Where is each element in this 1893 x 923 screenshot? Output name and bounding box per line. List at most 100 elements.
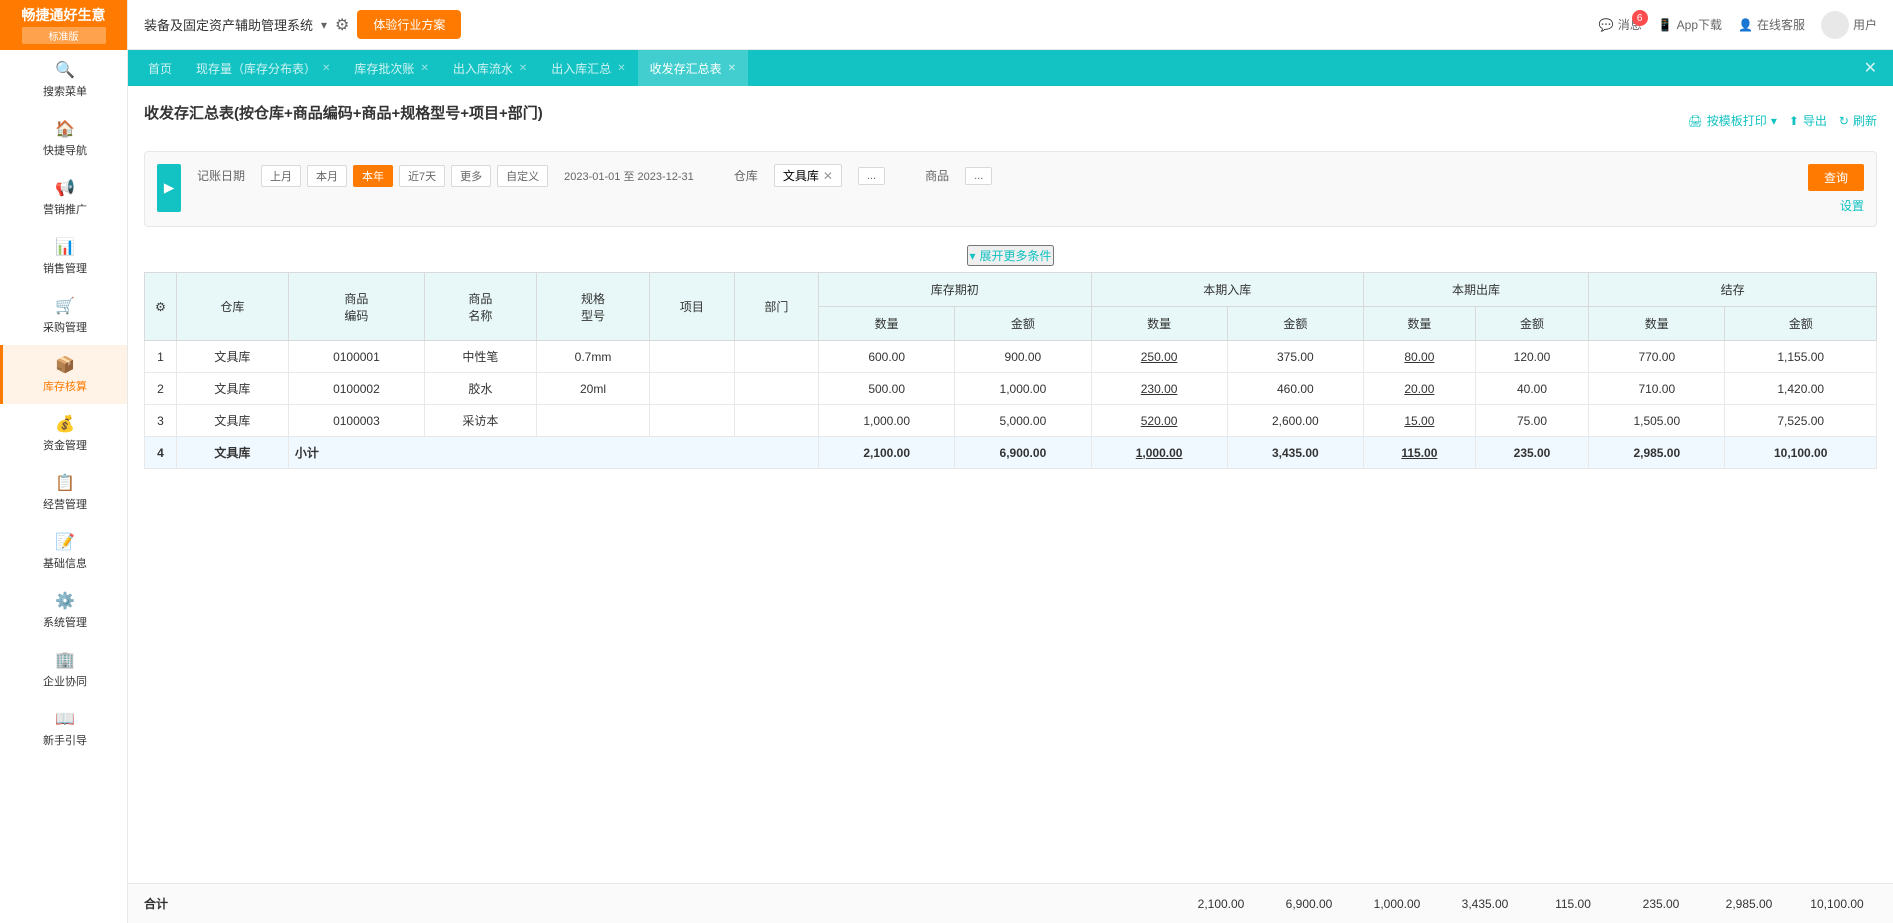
tab-close-icon[interactable]: ✕ [420, 63, 428, 74]
expand-conditions-button[interactable]: ▾ 展开更多条件 [967, 245, 1053, 266]
print-icon: 🖨 [1688, 114, 1703, 128]
sidebar-label-marketing: 营销推广 [43, 201, 87, 217]
footer-begin-amount: 6,900.00 [1269, 897, 1349, 911]
cell-balance-amount: 7,525.00 [1725, 405, 1877, 437]
sidebar-item-quick-nav[interactable]: 🏠 快捷导航 [0, 109, 127, 168]
date-btn-more[interactable]: 更多 [451, 165, 491, 187]
cell-in-qty[interactable]: 230.00 [1091, 373, 1227, 405]
online-service-action[interactable]: 👤 在线客服 [1738, 16, 1805, 33]
tabs-close-icon[interactable]: ✕ [1856, 58, 1885, 78]
table-row: 1 文具库 0100001 中性笔 0.7mm 600.00 900.00 25… [145, 341, 1877, 373]
message-icon: 💬 [1599, 18, 1614, 32]
th-group-in: 本期入库 [1091, 273, 1363, 307]
refresh-icon: ↻ [1839, 114, 1849, 128]
cell-no: 2 [145, 373, 177, 405]
print-button[interactable]: 🖨 按模板打印 ▾ [1688, 112, 1777, 129]
cell-department [734, 405, 818, 437]
tab-close-icon[interactable]: ✕ [728, 63, 736, 74]
footer-in-amount: 3,435.00 [1445, 897, 1525, 911]
sidebar-item-enterprise[interactable]: 🏢 企业协同 [0, 640, 127, 699]
warehouse-tag-text: 文具库 [783, 167, 819, 184]
subtotal-in-qty[interactable]: 1,000.00 [1091, 437, 1227, 469]
subtotal-out-qty[interactable]: 115.00 [1363, 437, 1475, 469]
th-begin-amount: 金额 [955, 307, 1091, 341]
tab-close-icon[interactable]: ✕ [617, 63, 625, 74]
warehouse-tag-close[interactable]: ✕ [823, 169, 833, 183]
cell-out-amount: 75.00 [1475, 405, 1588, 437]
cell-in-qty[interactable]: 520.00 [1091, 405, 1227, 437]
tab-出入库流水[interactable]: 出入库流水✕ [441, 50, 539, 86]
top-header: 装备及固定资产辅助管理系统 ▾ ⚙ 体验行业方案 💬 消息 6 📱 App下载 … [128, 0, 1893, 50]
trial-button[interactable]: 体验行业方案 [357, 10, 461, 39]
export-icon: ⬆ [1789, 114, 1799, 128]
cell-begin-amount: 5,000.00 [955, 405, 1091, 437]
download-icon: 📱 [1658, 18, 1673, 32]
settings-link[interactable]: 设置 [1840, 197, 1864, 214]
cell-project [650, 341, 734, 373]
goods-more-button[interactable]: ... [965, 167, 992, 185]
export-label: 导出 [1803, 112, 1827, 129]
system-dropdown[interactable]: ▾ [321, 18, 327, 32]
sidebar-item-marketing[interactable]: 📢 营销推广 [0, 168, 127, 227]
purchase-icon: 🛒 [55, 296, 75, 316]
refresh-button[interactable]: ↻ 刷新 [1839, 112, 1877, 129]
sidebar-label-operation: 经营管理 [43, 496, 87, 512]
date-btn-7days[interactable]: 近7天 [399, 165, 445, 187]
cell-out-qty[interactable]: 15.00 [1363, 405, 1475, 437]
query-button[interactable]: 查询 [1808, 164, 1864, 191]
cell-balance-qty: 1,505.00 [1589, 405, 1725, 437]
date-btn-this-month[interactable]: 本月 [307, 165, 347, 187]
marketing-icon: 📢 [55, 178, 75, 198]
date-btn-custom[interactable]: 自定义 [497, 165, 548, 187]
sidebar-item-finance[interactable]: 💰 资金管理 [0, 404, 127, 463]
date-range: 2023-01-01 至 2023-12-31 [564, 168, 694, 184]
th-in-amount: 金额 [1227, 307, 1363, 341]
cell-balance-qty: 710.00 [1589, 373, 1725, 405]
table-row: 3 文具库 0100003 采访本 1,000.00 5,000.00 520.… [145, 405, 1877, 437]
sidebar-label-guide: 新手引导 [43, 732, 87, 748]
sidebar-item-sales[interactable]: 📊 销售管理 [0, 227, 127, 286]
warehouse-tag: 文具库 ✕ [774, 164, 842, 187]
warehouse-more-button[interactable]: ... [858, 167, 885, 185]
cell-in-qty[interactable]: 250.00 [1091, 341, 1227, 373]
subtotal-no: 4 [145, 437, 177, 469]
footer-in-qty: 1,000.00 [1357, 897, 1437, 911]
sidebar-label-finance: 资金管理 [43, 437, 87, 453]
sidebar-item-search[interactable]: 🔍 搜索菜单 [0, 50, 127, 109]
tab-close-icon[interactable]: ✕ [519, 63, 527, 74]
tab-出入库汇总[interactable]: 出入库汇总✕ [539, 50, 637, 86]
filter-expand-button[interactable]: ▶ [157, 164, 181, 212]
service-icon: 👤 [1738, 18, 1753, 32]
sidebar-item-operation[interactable]: 📋 经营管理 [0, 463, 127, 522]
sidebar-item-purchase[interactable]: 🛒 采购管理 [0, 286, 127, 345]
messages-action[interactable]: 💬 消息 6 [1599, 16, 1642, 33]
sidebar-label-inventory: 库存核算 [43, 378, 87, 394]
messages-badge: 6 [1632, 10, 1648, 26]
sidebar-item-basic[interactable]: 📝 基础信息 [0, 522, 127, 581]
filter-actions: 查询 设置 [1808, 164, 1864, 214]
date-btn-this-year[interactable]: 本年 [353, 165, 393, 187]
subtotal-out-amount: 235.00 [1475, 437, 1588, 469]
date-btn-last-month[interactable]: 上月 [261, 165, 301, 187]
user-action[interactable]: 用户 [1821, 11, 1877, 39]
app-download-action[interactable]: 📱 App下载 [1658, 16, 1722, 33]
cell-no: 3 [145, 405, 177, 437]
tab-库存批次账[interactable]: 库存批次账✕ [342, 50, 440, 86]
tab-close-icon[interactable]: ✕ [322, 63, 330, 74]
cell-name: 胶水 [425, 373, 537, 405]
tab-收发存汇总表[interactable]: 收发存汇总表✕ [638, 50, 748, 86]
cell-begin-amount: 1,000.00 [955, 373, 1091, 405]
sidebar-item-guide[interactable]: 📖 新手引导 [0, 699, 127, 758]
refresh-label: 刷新 [1853, 112, 1877, 129]
settings-icon[interactable]: ⚙ [335, 15, 349, 35]
tab-现存量（库存分布表）[interactable]: 现存量（库存分布表）✕ [184, 50, 342, 86]
tab-首页[interactable]: 首页 [136, 50, 184, 86]
sidebar-item-system[interactable]: ⚙️ 系统管理 [0, 581, 127, 640]
cell-out-qty[interactable]: 20.00 [1363, 373, 1475, 405]
th-settings[interactable]: ⚙ [145, 273, 177, 341]
sidebar-item-inventory[interactable]: 📦 库存核算 [0, 345, 127, 404]
export-button[interactable]: ⬆ 导出 [1789, 112, 1827, 129]
th-goods-code: 商品编码 [288, 273, 424, 341]
cell-out-qty[interactable]: 80.00 [1363, 341, 1475, 373]
operation-icon: 📋 [55, 473, 75, 493]
